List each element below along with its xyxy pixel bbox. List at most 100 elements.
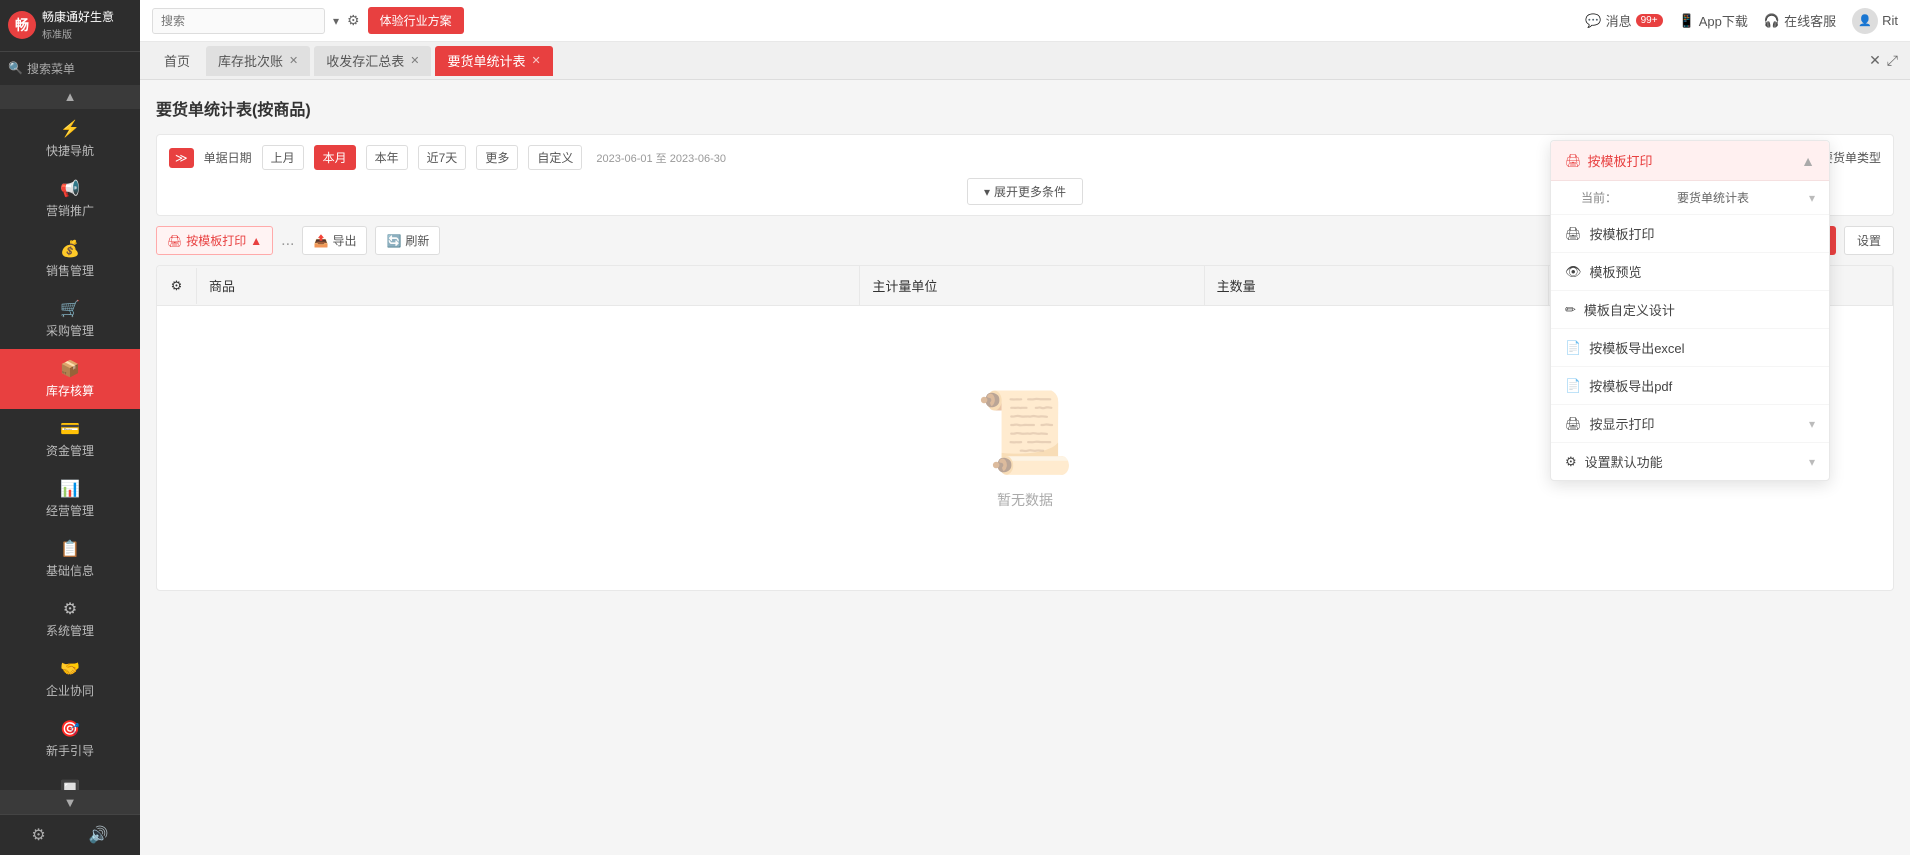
sidebar-item-app-center[interactable]: 🔲 应用中心 [0, 769, 140, 790]
user-avatar-item[interactable]: 👤 Rit [1852, 8, 1898, 34]
page-title: 要货单统计表(按商品) [156, 96, 1894, 120]
dropdown-close-icon[interactable]: ▲ [1801, 153, 1815, 169]
template-preview-icon: 👁 [1565, 264, 1582, 280]
expand-more-button[interactable]: ▾ 展开更多条件 [967, 178, 1083, 205]
tab-inventory-batch-close[interactable]: ✕ [289, 54, 298, 67]
template-print-icon: 🖨 [1565, 226, 1582, 242]
tab-receivable-summary-close[interactable]: ✕ [410, 54, 419, 67]
date-btn-this-year[interactable]: 本年 [366, 145, 408, 170]
sidebar-scroll-up[interactable]: ▲ [0, 85, 140, 109]
sidebar-item-label: 快捷导航 [46, 142, 94, 159]
refresh-button[interactable]: 🔄 刷新 [375, 226, 440, 255]
sidebar-item-label: 采购管理 [46, 322, 94, 339]
settings-bottom-icon[interactable]: ⚙ [31, 825, 45, 845]
date-btn-more[interactable]: 更多 [476, 145, 518, 170]
enterprise-icon: 🤝 [60, 659, 80, 679]
date-btn-last-month[interactable]: 上月 [262, 145, 304, 170]
finance-icon: 💳 [60, 419, 80, 439]
sidebar-item-marketing[interactable]: 📢 营销推广 [0, 169, 140, 229]
sidebar-item-basic[interactable]: 📋 基础信息 [0, 529, 140, 589]
tab-inventory-batch[interactable]: 库存批次账 ✕ [206, 46, 310, 76]
tab-receivable-summary[interactable]: 收发存汇总表 ✕ [314, 46, 431, 76]
tab-home-label: 首页 [164, 51, 190, 70]
sidebar-item-enterprise[interactable]: 🤝 企业协同 [0, 649, 140, 709]
dropdown-item-template-print[interactable]: 🖨 按模板打印 [1551, 215, 1829, 253]
th-quantity: 主数量 [1205, 266, 1549, 305]
template-custom-label: 模板自定义设计 [1584, 300, 1675, 319]
filter-expand-button[interactable]: ≫ [169, 148, 194, 168]
app-center-icon: 🔲 [60, 779, 80, 790]
tab-order-stats-close[interactable]: ✕ [532, 54, 541, 67]
sidebar-item-label: 企业协同 [46, 682, 94, 699]
tab-maximize-icon[interactable]: ⤢ [1887, 52, 1898, 69]
dropdown-item-export-excel[interactable]: 📄 按模板导出excel [1551, 329, 1829, 367]
sidebar-item-operation[interactable]: 📊 经营管理 [0, 469, 140, 529]
expand-label: 展开更多条件 [994, 183, 1066, 200]
export-excel-label: 按模板导出excel [1589, 338, 1684, 357]
volume-icon[interactable]: 🔊 [89, 825, 109, 845]
dropdown-current-item: 当前： 要货单统计表 ▾ [1551, 181, 1829, 215]
avatar: 👤 [1852, 8, 1878, 34]
messages-icon: 💬 [1585, 13, 1601, 29]
sidebar-item-guide[interactable]: 🎯 新手引导 [0, 709, 140, 769]
th-unit: 主计量单位 [860, 266, 1204, 305]
tab-home[interactable]: 首页 [152, 46, 202, 76]
default-func-arrow: ▾ [1809, 455, 1815, 469]
sidebar-item-label: 新手引导 [46, 742, 94, 759]
headset-icon: 🎧 [1764, 13, 1780, 29]
sidebar-item-purchase[interactable]: 🛒 采购管理 [0, 289, 140, 349]
sidebar-bottom: ⚙ 🔊 [0, 814, 140, 855]
operation-icon: 📊 [60, 479, 80, 499]
sidebar-item-label: 经营管理 [46, 502, 94, 519]
tab-order-stats[interactable]: 要货单统计表 ✕ [435, 46, 552, 76]
date-btn-custom[interactable]: 自定义 [528, 145, 582, 170]
tabbar: 首页 库存批次账 ✕ 收发存汇总表 ✕ 要货单统计表 ✕ ✕ ⤢ [140, 42, 1910, 80]
content-area: 要货单统计表(按商品) ≫ 单据日期 上月 本月 本年 近7天 更多 自定义 2… [140, 80, 1910, 855]
refresh-icon: 🔄 [386, 234, 401, 248]
marketing-icon: 📢 [60, 179, 80, 199]
tab-inventory-batch-label: 库存批次账 [218, 51, 283, 70]
app-name: 畅康通好生意 [42, 10, 114, 26]
dropdown-current-value: 要货单统计表 [1677, 189, 1749, 206]
sidebar-item-sales[interactable]: 💰 销售管理 [0, 229, 140, 289]
dropdown-title: 🖨 按模板打印 [1565, 151, 1653, 170]
dropdown-current-arrow: ▾ [1809, 191, 1815, 205]
topbar-search-input[interactable] [152, 8, 325, 34]
online-service-item[interactable]: 🎧 在线客服 [1764, 11, 1836, 30]
app-version: 标准版 [42, 26, 114, 41]
dropdown-item-default-func[interactable]: ⚙ 设置默认功能 ▾ [1551, 443, 1829, 480]
date-range-text: 2023-06-01 至 2023-06-30 [596, 150, 726, 166]
settings-button[interactable]: 设置 [1844, 226, 1894, 255]
messages-badge: 99+ [1636, 14, 1663, 27]
sales-icon: 💰 [60, 239, 80, 259]
date-btn-this-month[interactable]: 本月 [314, 145, 356, 170]
refresh-label: 刷新 [405, 232, 429, 249]
date-btn-7days[interactable]: 近7天 [418, 145, 467, 170]
default-func-label: 设置默认功能 [1585, 452, 1663, 471]
tab-close-window-icon[interactable]: ✕ [1869, 52, 1881, 69]
dropdown-item-template-custom[interactable]: ✏ 模板自定义设计 [1551, 291, 1829, 329]
th-settings[interactable]: ⚙ [157, 268, 197, 304]
app-download-item[interactable]: 📱 App下载 [1679, 11, 1748, 30]
toolbar-dots[interactable]: ... [281, 232, 294, 250]
topbar-search-dropdown[interactable]: ▾ [333, 14, 339, 28]
trial-button[interactable]: 体验行业方案 [368, 7, 464, 34]
export-button[interactable]: 📤 导出 [302, 226, 367, 255]
template-custom-icon: ✏ [1565, 302, 1576, 318]
date-filter-label: 单据日期 [204, 149, 252, 166]
purchase-icon: 🛒 [60, 299, 80, 319]
topbar-right: 💬 消息 99+ 📱 App下载 🎧 在线客服 👤 Rit [1585, 8, 1898, 34]
sidebar-search[interactable]: 🔍 搜索菜单 [0, 52, 140, 85]
messages-item[interactable]: 💬 消息 99+ [1585, 11, 1662, 30]
topbar-gear-icon[interactable]: ⚙ [347, 12, 360, 29]
sidebar-item-quick-nav[interactable]: ⚡ 快捷导航 [0, 109, 140, 169]
app-name-block: 畅康通好生意 标准版 [42, 10, 114, 41]
sidebar-scroll-down[interactable]: ▼ [0, 790, 140, 814]
print-button[interactable]: 🖨 按模板打印 ▲ [156, 226, 273, 255]
dropdown-item-display-print[interactable]: 🖨 按显示打印 ▾ [1551, 405, 1829, 443]
sidebar-item-system[interactable]: ⚙ 系统管理 [0, 589, 140, 649]
dropdown-item-template-preview[interactable]: 👁 模板预览 [1551, 253, 1829, 291]
sidebar-item-inventory[interactable]: 📦 库存核算 [0, 349, 140, 409]
dropdown-item-export-pdf[interactable]: 📄 按模板导出pdf [1551, 367, 1829, 405]
sidebar-item-finance[interactable]: 💳 资金管理 [0, 409, 140, 469]
